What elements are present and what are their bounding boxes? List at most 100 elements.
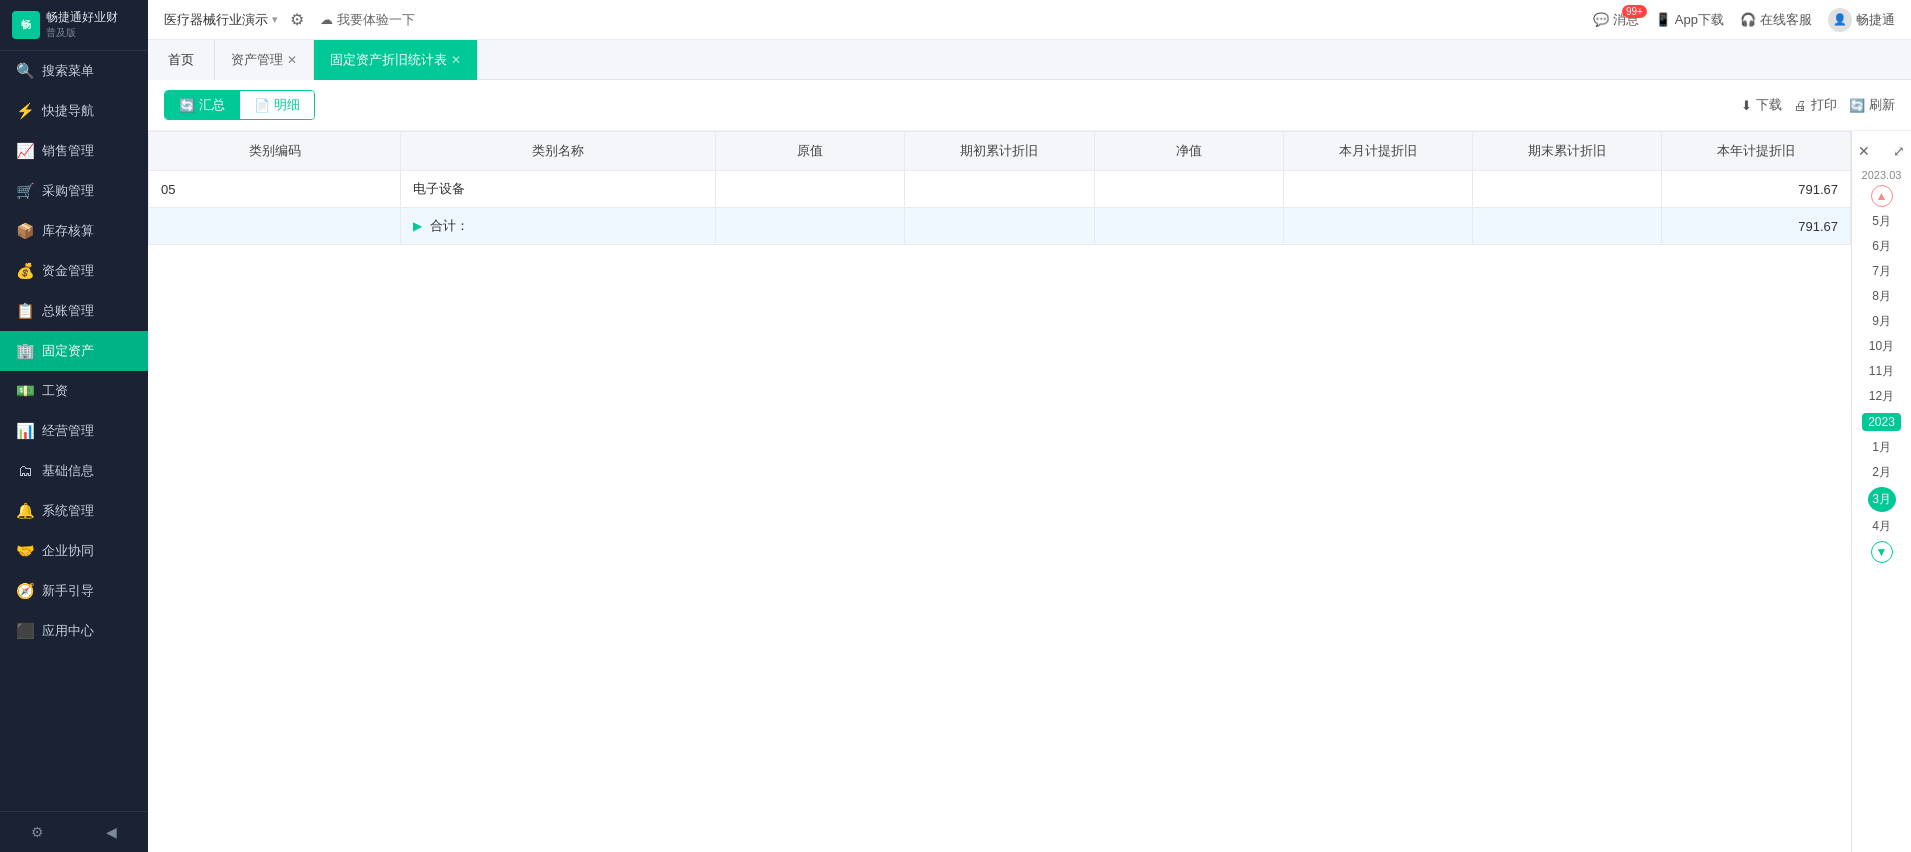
- username: 畅捷通: [1856, 11, 1895, 29]
- cloud-icon: ☁: [320, 12, 333, 27]
- month-9[interactable]: 9月: [1852, 309, 1911, 334]
- sidebar-item-basic-info[interactable]: 🗂 基础信息: [0, 451, 148, 491]
- month-10[interactable]: 10月: [1852, 334, 1911, 359]
- sidebar-item-ledger[interactable]: 📋 总账管理: [0, 291, 148, 331]
- month-7[interactable]: 7月: [1852, 259, 1911, 284]
- col-header-category-code: 类别编码: [149, 132, 401, 171]
- sidebar-item-label: 经营管理: [42, 422, 94, 440]
- tab-home-label: 首页: [168, 51, 194, 69]
- sidebar-item-label: 销售管理: [42, 142, 94, 160]
- sidebar-item-label: 新手引导: [42, 582, 94, 600]
- summary-label: 汇总: [199, 96, 225, 114]
- panel-header: ✕ ⤢: [1852, 139, 1911, 163]
- sidebar-item-guide[interactable]: 🧭 新手引导: [0, 571, 148, 611]
- sidebar-logo: 畅 畅捷通好业财 普及版: [0, 0, 148, 51]
- sidebar-item-funds[interactable]: 💰 资金管理: [0, 251, 148, 291]
- topbar-settings-icon[interactable]: ⚙: [290, 10, 304, 29]
- lightning-icon: ⚡: [16, 102, 34, 120]
- date-picker-panel: ✕ ⤢ 2023.03 ▲ 5月 6月 7月 8月 9月 10月 11月 12月…: [1851, 131, 1911, 852]
- sidebar-item-label: 系统管理: [42, 502, 94, 520]
- detail-label: 明细: [274, 96, 300, 114]
- sidebar-item-label: 应用中心: [42, 622, 94, 640]
- online-service-button[interactable]: 🎧 在线客服: [1740, 11, 1812, 29]
- sidebar-item-search[interactable]: 🔍 搜索菜单: [0, 51, 148, 91]
- total-expand-icon[interactable]: ▶: [413, 219, 422, 233]
- month-5[interactable]: 5月: [1852, 209, 1911, 234]
- tab-asset-management-label: 资产管理: [231, 51, 283, 69]
- app-download-label: App下载: [1675, 11, 1724, 29]
- sidebar-item-label: 固定资产: [42, 342, 94, 360]
- detail-tab-button[interactable]: 📄 明细: [240, 91, 314, 119]
- tab-depreciation-label: 固定资产折旧统计表: [330, 51, 447, 69]
- date-header: 2023.03: [1852, 167, 1911, 183]
- summary-icon: 🔄: [179, 98, 195, 113]
- download-label: 下载: [1756, 96, 1782, 114]
- bell-icon: 🔔: [16, 502, 34, 520]
- sidebar-item-system[interactable]: 🔔 系统管理: [0, 491, 148, 531]
- sidebar-item-payroll[interactable]: 💵 工资: [0, 371, 148, 411]
- sidebar-item-enterprise[interactable]: 🤝 企业协同: [0, 531, 148, 571]
- panel-close-icon[interactable]: ✕: [1858, 143, 1870, 159]
- user-profile[interactable]: 👤 畅捷通: [1828, 8, 1895, 32]
- tab-home[interactable]: 首页: [148, 40, 215, 80]
- sidebar-item-inventory[interactable]: 📦 库存核算: [0, 211, 148, 251]
- download-icon: ⬇: [1741, 98, 1752, 113]
- cell-category-name: 电子设备: [401, 171, 716, 208]
- cell-period-accum-depr: [905, 171, 1094, 208]
- sidebar-item-fixed-assets[interactable]: 🏢 固定资产: [0, 331, 148, 371]
- month-11[interactable]: 11月: [1852, 359, 1911, 384]
- month-4[interactable]: 4月: [1852, 514, 1911, 539]
- sidebar-nav: 🔍 搜索菜单 ⚡ 快捷导航 📈 销售管理 🛒 采购管理 📦 库存核算 💰 资金管…: [0, 51, 148, 811]
- year-badge[interactable]: 2023: [1862, 413, 1901, 431]
- logo-subtitle: 普及版: [46, 26, 118, 40]
- sidebar-item-label: 总账管理: [42, 302, 94, 320]
- tab-close-icon[interactable]: ✕: [287, 53, 297, 67]
- print-label: 打印: [1811, 96, 1837, 114]
- sidebar-item-app-center[interactable]: ⬛ 应用中心: [0, 611, 148, 651]
- total-period-accum-depr: [905, 208, 1094, 245]
- experience-button[interactable]: ☁ 我要体验一下: [320, 11, 415, 29]
- company-selector[interactable]: 医疗器械行业演示 ▾: [164, 11, 278, 29]
- col-header-category-name: 类别名称: [401, 132, 716, 171]
- total-label: ▶ 合计：: [401, 208, 716, 245]
- month-6[interactable]: 6月: [1852, 234, 1911, 259]
- month-3-active[interactable]: 3月: [1868, 487, 1896, 512]
- scroll-up-button[interactable]: ▲: [1871, 185, 1893, 207]
- download-button[interactable]: ⬇ 下载: [1741, 96, 1782, 114]
- sidebar-item-sales[interactable]: 📈 销售管理: [0, 131, 148, 171]
- logo-text: 畅捷通好业财 普及版: [46, 10, 118, 40]
- sidebar-item-quick-nav[interactable]: ⚡ 快捷导航: [0, 91, 148, 131]
- settings-button[interactable]: ⚙: [23, 820, 52, 844]
- panel-expand-icon[interactable]: ⤢: [1893, 143, 1905, 159]
- sidebar-item-label: 基础信息: [42, 462, 94, 480]
- avatar: 👤: [1828, 8, 1852, 32]
- collapse-button[interactable]: ◀: [98, 820, 125, 844]
- print-button[interactable]: 🖨 打印: [1794, 96, 1837, 114]
- summary-tab-button[interactable]: 🔄 汇总: [165, 91, 239, 119]
- operations-icon: 📊: [16, 422, 34, 440]
- month-12[interactable]: 12月: [1852, 384, 1911, 409]
- col-header-monthly-depr: 本月计提折旧: [1283, 132, 1472, 171]
- scroll-down-button[interactable]: ▼: [1871, 541, 1893, 563]
- month-2[interactable]: 2月: [1852, 460, 1911, 485]
- topbar-right: 💬 消息 99+ 📱 App下载 🎧 在线客服 👤 畅捷通: [1593, 8, 1895, 32]
- topbar: 医疗器械行业演示 ▾ ⚙ ☁ 我要体验一下 💬 消息 99+ 📱 App下载 🎧…: [148, 0, 1911, 40]
- phone-icon: 📱: [1655, 12, 1671, 27]
- tab-depreciation-table[interactable]: 固定资产折旧统计表 ✕: [314, 40, 478, 80]
- building-icon: 🏢: [16, 342, 34, 360]
- company-name: 医疗器械行业演示: [164, 11, 268, 29]
- messages-button[interactable]: 💬 消息 99+: [1593, 11, 1639, 29]
- month-8[interactable]: 8月: [1852, 284, 1911, 309]
- refresh-button[interactable]: 🔄 刷新: [1849, 96, 1895, 114]
- content-area: 类别编码 类别名称 原值 期初累计折旧 净值 本月计提折旧 期末累计折旧 本年计…: [148, 131, 1911, 852]
- app-icon: ⬛: [16, 622, 34, 640]
- sidebar-item-label: 快捷导航: [42, 102, 94, 120]
- sidebar-item-operations[interactable]: 📊 经营管理: [0, 411, 148, 451]
- month-1[interactable]: 1月: [1852, 435, 1911, 460]
- tab-asset-management[interactable]: 资产管理 ✕: [215, 40, 314, 80]
- app-download-button[interactable]: 📱 App下载: [1655, 11, 1724, 29]
- sidebar-item-purchase[interactable]: 🛒 采购管理: [0, 171, 148, 211]
- chart-icon: 📈: [16, 142, 34, 160]
- tab-close-active-icon[interactable]: ✕: [451, 53, 461, 67]
- payroll-icon: 💵: [16, 382, 34, 400]
